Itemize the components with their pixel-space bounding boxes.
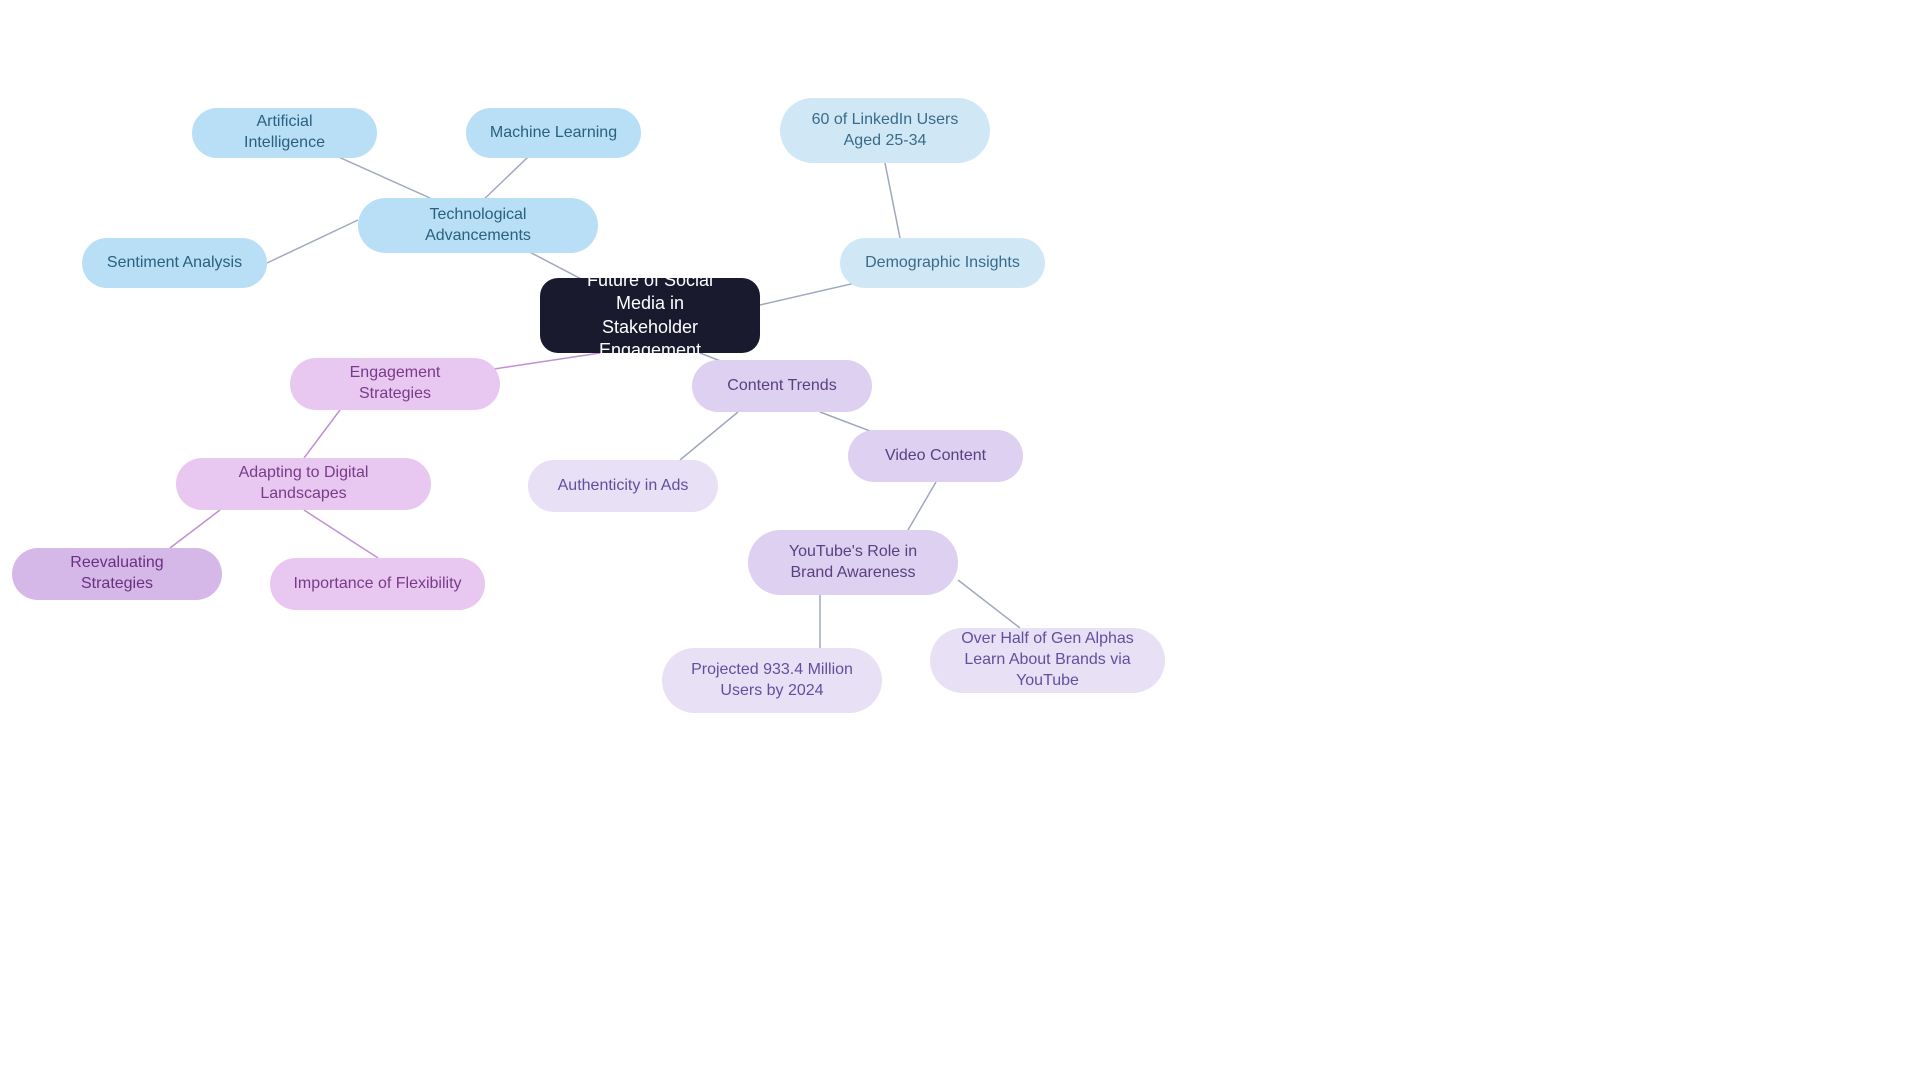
ml-label: Machine Learning [490,123,617,144]
sentiment-label: Sentiment Analysis [107,253,242,274]
node-reevaluating-strategies: Reevaluating Strategies [12,548,222,600]
node-adapting-digital: Adapting to Digital Landscapes [176,458,431,510]
node-video-content: Video Content [848,430,1023,482]
projected-label: Projected 933.4 Million Users by 2024 [684,660,860,702]
node-artificial-intelligence: Artificial Intelligence [192,108,377,158]
reevaluating-label: Reevaluating Strategies [34,553,200,595]
engagement-label: Engagement Strategies [312,363,478,405]
node-technological-advancements: Technological Advancements [358,198,598,253]
node-authenticity-ads: Authenticity in Ads [528,460,718,512]
node-demographic-insights: Demographic Insights [840,238,1045,288]
content-trends-label: Content Trends [727,376,836,397]
tech-advancements-label: Technological Advancements [380,205,576,247]
video-content-label: Video Content [885,446,986,467]
demographic-label: Demographic Insights [865,253,1020,274]
youtube-role-label: YouTube's Role in Brand Awareness [770,542,936,584]
ai-label: Artificial Intelligence [214,112,355,154]
center-label: Future of Social Media in Stakeholder En… [572,269,728,363]
linkedin-label: 60 of LinkedIn Users Aged 25-34 [802,110,968,152]
authenticity-label: Authenticity in Ads [558,476,689,497]
flexibility-label: Importance of Flexibility [293,574,461,595]
node-machine-learning: Machine Learning [466,108,641,158]
adapting-label: Adapting to Digital Landscapes [198,463,409,505]
gen-alpha-label: Over Half of Gen Alphas Learn About Bran… [952,629,1143,691]
node-sentiment-analysis: Sentiment Analysis [82,238,267,288]
node-content-trends: Content Trends [692,360,872,412]
node-over-half-gen-alpha: Over Half of Gen Alphas Learn About Bran… [930,628,1165,693]
node-linkedin-users: 60 of LinkedIn Users Aged 25-34 [780,98,990,163]
node-projected-933: Projected 933.4 Million Users by 2024 [662,648,882,713]
node-importance-flexibility: Importance of Flexibility [270,558,485,610]
center-node: Future of Social Media in Stakeholder En… [540,278,760,353]
node-youtube-role: YouTube's Role in Brand Awareness [748,530,958,595]
node-engagement-strategies: Engagement Strategies [290,358,500,410]
